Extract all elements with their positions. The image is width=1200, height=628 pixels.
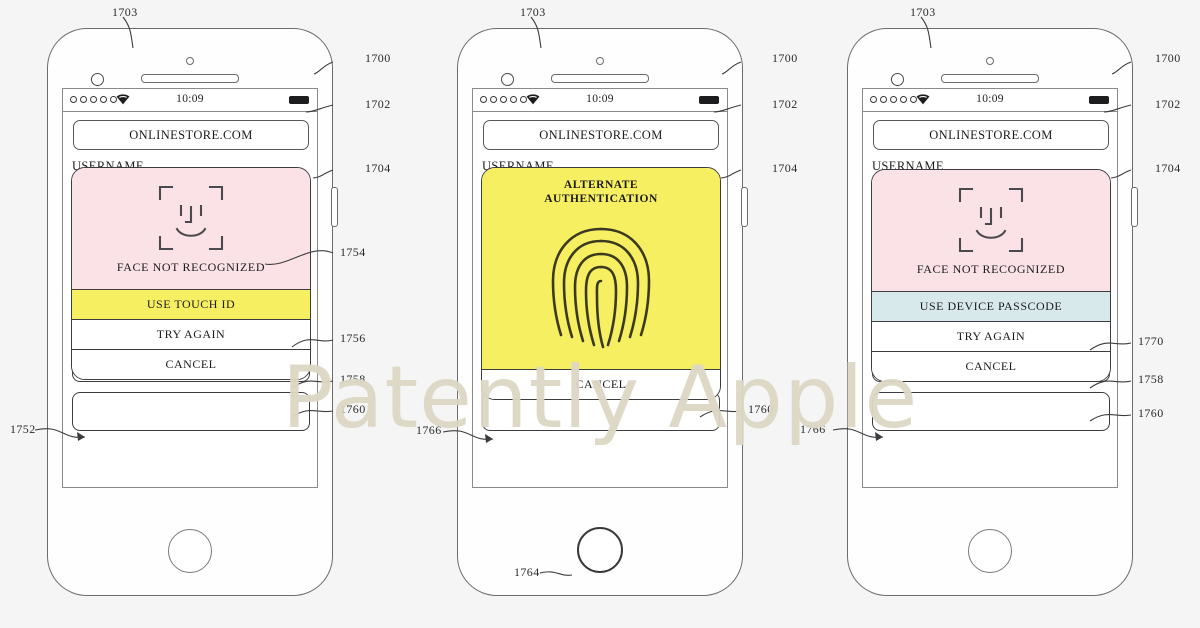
ref-1758-try-again: 1758 (340, 372, 366, 386)
url-text-1: ONLINESTORE.COM (129, 127, 253, 142)
ref-1752-dialog: 1752 (10, 422, 36, 436)
cancel-button-3[interactable]: CANCEL (872, 351, 1110, 381)
battery-icon (289, 96, 309, 104)
touch-auth-panel: ALTERNATE AUTHENTICATION (482, 168, 720, 369)
alternate-auth-dialog: ALTERNATE AUTHENTICATION CANCEL (481, 167, 721, 400)
ref-1758-try-again-phone-3: 1758 (1138, 372, 1164, 386)
form-field-5-3[interactable] (872, 392, 1110, 431)
ref-1770-use-device-passcode: 1770 (1138, 334, 1164, 348)
ref-1702-phone-3: 1702 (1155, 97, 1181, 111)
phone-3: 10:09 ONLINESTORE.COM USERNAME P (847, 28, 1138, 596)
side-button-2[interactable] (741, 187, 748, 227)
ref-1700-phone-3: 1700 (1155, 51, 1181, 65)
phone-2: 10:09 ONLINESTORE.COM USERNAME P ALTERNA… (457, 28, 748, 596)
display-screen-3: 10:09 ONLINESTORE.COM USERNAME P (862, 88, 1118, 488)
phone-1: 10:09 ONLINESTORE.COM USERNAME P (47, 28, 338, 596)
use-device-passcode-button[interactable]: USE DEVICE PASSCODE (872, 291, 1110, 321)
status-bar-3: 10:09 (863, 89, 1117, 112)
patent-figure-canvas: 1703 1700 1702 1704 1754 1756 1758 1760 … (0, 0, 1200, 628)
url-text-3: ONLINESTORE.COM (929, 127, 1053, 142)
face-auth-dialog-3: FACE NOT RECOGNIZED USE DEVICE PASSCODE … (871, 169, 1111, 382)
url-bar-3[interactable]: ONLINESTORE.COM (873, 120, 1109, 150)
url-bar-2[interactable]: ONLINESTORE.COM (483, 120, 719, 150)
ref-1766-dialog-phone-2: 1766 (416, 423, 442, 437)
status-bar-time: 10:09 (176, 93, 204, 105)
earpiece-speaker-2 (551, 74, 649, 83)
face-sensor-icon (91, 73, 104, 86)
face-status-text-3: FACE NOT RECOGNIZED (916, 262, 1066, 276)
url-bar-1[interactable]: ONLINESTORE.COM (73, 120, 309, 150)
ref-1760-cancel-phone-2: 1760 (748, 402, 774, 416)
alternate-auth-title-line-1: ALTERNATE (563, 179, 639, 191)
ref-1700-phone-1: 1700 (365, 51, 391, 65)
face-id-icon-3 (958, 187, 1024, 253)
ref-1704-phone-2: 1704 (772, 161, 798, 175)
face-auth-panel-3: FACE NOT RECOGNIZED (872, 170, 1110, 291)
ref-1700-phone-2: 1700 (772, 51, 798, 65)
side-button-3[interactable] (1131, 187, 1138, 227)
try-again-button-3[interactable]: TRY AGAIN (872, 321, 1110, 351)
ref-1766-dialog-phone-3: 1766 (800, 422, 826, 436)
ref-1760-cancel: 1760 (340, 402, 366, 416)
ref-1764-home-button: 1764 (514, 565, 540, 579)
home-button[interactable] (168, 529, 212, 573)
ref-1702-phone-2: 1702 (772, 97, 798, 111)
face-status-text-1: FACE NOT RECOGNIZED (116, 260, 266, 274)
earpiece-speaker (141, 74, 239, 83)
earpiece-speaker-3 (941, 74, 1039, 83)
camera-dot-icon-3 (986, 57, 994, 65)
use-touch-id-button[interactable]: USE TOUCH ID (72, 289, 310, 319)
form-field-5-1[interactable] (72, 392, 310, 431)
ref-1704-phone-1: 1704 (365, 161, 391, 175)
status-bar-2: 10:09 (473, 89, 727, 112)
ref-1756-use-touch-id: 1756 (340, 331, 366, 345)
side-button[interactable] (331, 187, 338, 227)
camera-dot-icon (186, 57, 194, 65)
camera-dot-icon-2 (596, 57, 604, 65)
display-screen-1: 10:09 ONLINESTORE.COM USERNAME P (62, 88, 318, 488)
ref-1760-cancel-phone-3: 1760 (1138, 406, 1164, 420)
ref-1703-phone-3: 1703 (910, 5, 936, 19)
display-screen-2: 10:09 ONLINESTORE.COM USERNAME P ALTERNA… (472, 88, 728, 488)
face-auth-dialog-1: FACE NOT RECOGNIZED USE TOUCH ID TRY AGA… (71, 167, 311, 380)
try-again-button-1[interactable]: TRY AGAIN (72, 319, 310, 349)
alternate-auth-title: ALTERNATE AUTHENTICATION (544, 178, 658, 207)
ref-1702-phone-1: 1702 (365, 97, 391, 111)
ref-1703-phone-1: 1703 (112, 5, 138, 19)
status-bar-time-3: 10:09 (976, 93, 1004, 105)
ref-1704-phone-3: 1704 (1155, 161, 1181, 175)
ref-1703-phone-2: 1703 (520, 5, 546, 19)
home-button-3[interactable] (968, 529, 1012, 573)
alternate-auth-title-line-2: AUTHENTICATION (544, 193, 658, 206)
battery-icon-3 (1089, 96, 1109, 104)
home-button-2[interactable] (577, 527, 623, 573)
cancel-button-1[interactable]: CANCEL (72, 349, 310, 379)
face-sensor-icon-2 (501, 73, 514, 86)
face-sensor-icon-3 (891, 73, 904, 86)
status-bar-time-2: 10:09 (586, 93, 614, 105)
battery-icon-2 (699, 96, 719, 104)
status-bar-1: 10:09 (63, 89, 317, 112)
ref-1754-face-icon: 1754 (340, 245, 366, 259)
cancel-button-2[interactable]: CANCEL (482, 368, 720, 399)
face-id-icon (158, 185, 224, 251)
fingerprint-icon (551, 227, 651, 349)
url-text-2: ONLINESTORE.COM (539, 127, 663, 142)
face-auth-panel-1: FACE NOT RECOGNIZED (72, 168, 310, 289)
